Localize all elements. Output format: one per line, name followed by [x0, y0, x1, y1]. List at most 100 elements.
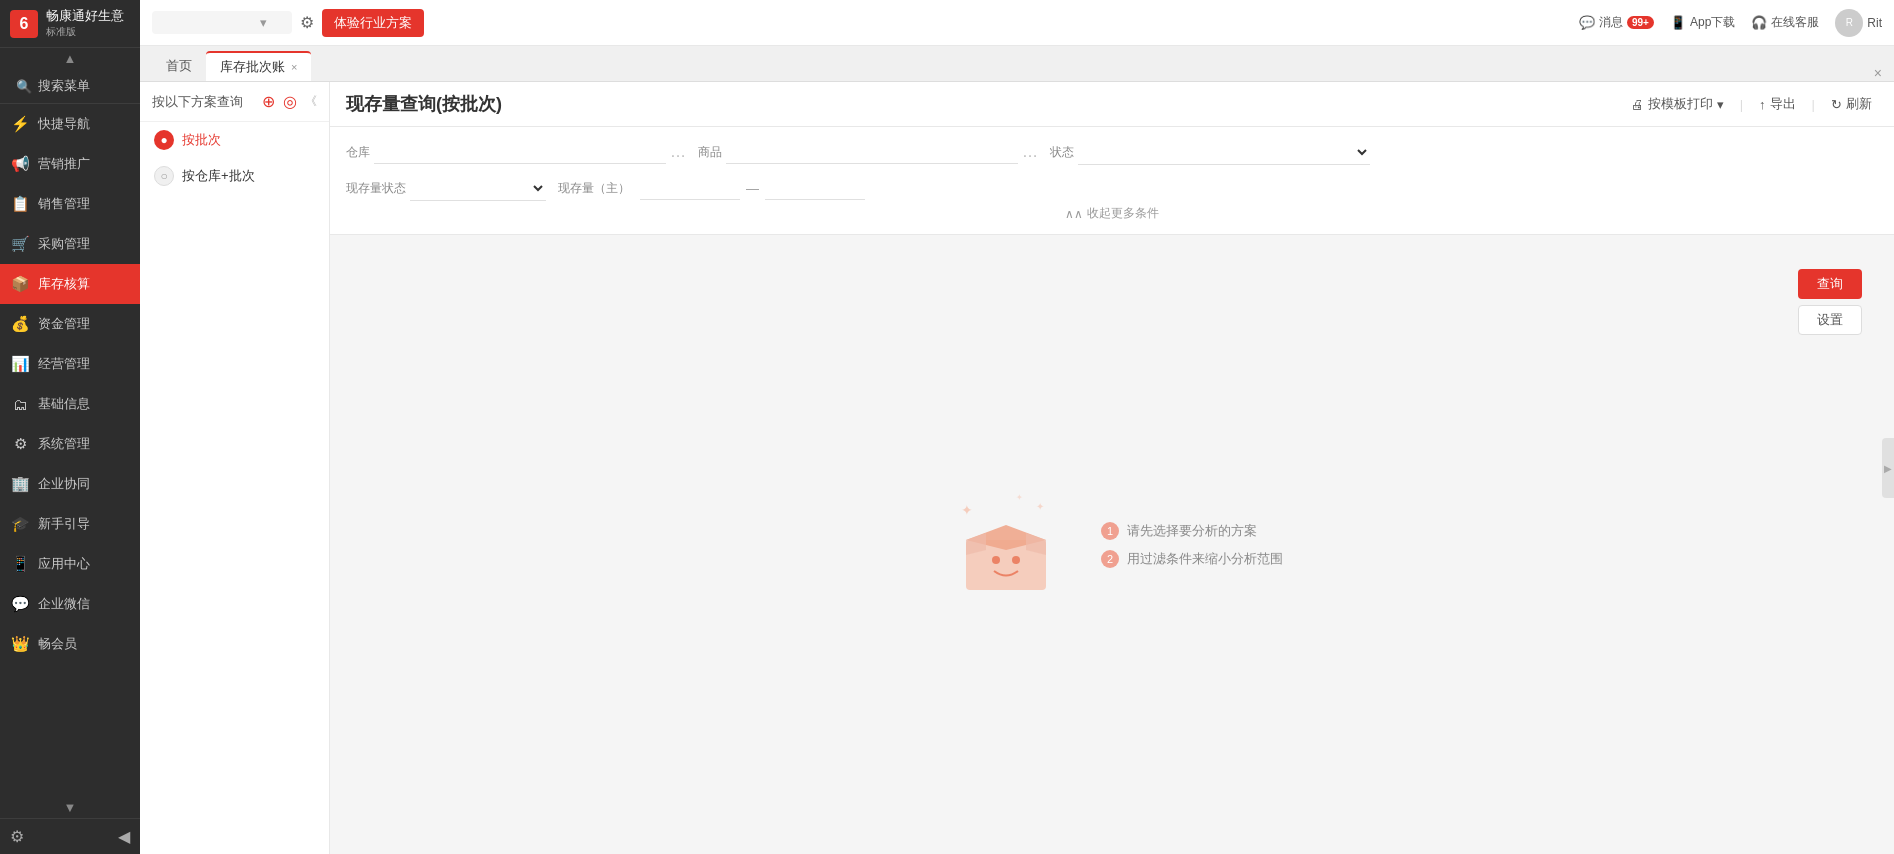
sidebar-item-inventory[interactable]: 📦 库存核算	[0, 264, 140, 304]
sidebar-item-label: 企业微信	[38, 595, 90, 613]
divider-2: |	[1812, 97, 1815, 112]
filter-form-inner: 仓库 … 商品 … 状态	[346, 139, 1878, 222]
topbar-right: 💬 消息 99+ 📱 App下载 🎧 在线客服 R Rit	[1579, 9, 1882, 37]
sidebar-item-label: 销售管理	[38, 195, 90, 213]
sidebar-footer: ⚙ ◀	[0, 818, 140, 854]
search-icon: 🔍	[16, 79, 32, 94]
filter-item-label: 按批次	[182, 131, 221, 149]
empty-step-2-text: 用过滤条件来缩小分析范围	[1127, 550, 1283, 568]
sidebar-item-label: 经营管理	[38, 355, 90, 373]
right-edge-handle[interactable]: ▶	[1882, 438, 1894, 498]
step-1-num: 1	[1101, 522, 1119, 540]
sidebar-item-quick-nav[interactable]: ⚡ 快捷导航	[0, 104, 140, 144]
stock-main-field: 现存量（主） —	[558, 176, 865, 200]
sidebar-search[interactable]: 🔍 搜索菜单	[0, 69, 140, 104]
content-area: 现存量查询(按批次) 🖨 按模板打印 ▾ | ↑ 导出 | ↻	[330, 82, 1894, 854]
collapse-label: 收起更多条件	[1087, 205, 1159, 222]
topbar: ▾ ⚙ 体验行业方案 💬 消息 99+ 📱 App下载 🎧 在线客服 R	[140, 0, 1894, 46]
settings-btn[interactable]: 设置	[1798, 305, 1862, 335]
sidebar-item-sales[interactable]: 📋 销售管理	[0, 184, 140, 224]
filter-row-2: 现存量状态 现存量（主） —	[346, 175, 1878, 201]
search-dropdown-icon[interactable]: ▾	[260, 15, 267, 30]
experience-btn[interactable]: 体验行业方案	[322, 9, 424, 37]
online-support-label: 在线客服	[1771, 14, 1819, 31]
stock-main-max[interactable]	[765, 176, 865, 200]
collapse-row[interactable]: ∧∧ 收起更多条件	[346, 201, 1878, 222]
product-dots[interactable]: …	[1022, 143, 1038, 161]
filter-item-by-batch[interactable]: ● 按批次	[140, 122, 329, 158]
avatar-circle: R	[1835, 9, 1863, 37]
empty-step-2: 2 用过滤条件来缩小分析范围	[1101, 550, 1283, 568]
sidebar-item-newuser[interactable]: 🎓 新手引导	[0, 504, 140, 544]
page-title: 现存量查询(按批次)	[346, 92, 502, 116]
purchase-icon: 🛒	[10, 234, 30, 254]
app-download-btn[interactable]: 📱 App下载	[1670, 14, 1735, 31]
notifications-label: 消息	[1599, 14, 1623, 31]
notifications-btn[interactable]: 💬 消息 99+	[1579, 14, 1654, 31]
topbar-gear-icon[interactable]: ⚙	[300, 13, 314, 32]
sidebar-item-enterprise[interactable]: 🏢 企业协同	[0, 464, 140, 504]
user-avatar[interactable]: R Rit	[1835, 9, 1882, 37]
print-dropdown-icon[interactable]: ▾	[1717, 97, 1724, 112]
collapse-sidebar-icon[interactable]: ◀	[118, 827, 130, 846]
sales-icon: 📋	[10, 194, 30, 214]
online-support-btn[interactable]: 🎧 在线客服	[1751, 14, 1819, 31]
tab-home[interactable]: 首页	[152, 51, 206, 81]
sidebar-item-label: 基础信息	[38, 395, 90, 413]
product-input[interactable]	[726, 140, 1018, 164]
sidebar-scroll-up[interactable]: ▲	[0, 48, 140, 69]
stock-main-min[interactable]	[640, 176, 740, 200]
sidebar-item-member[interactable]: 👑 畅会员	[0, 624, 140, 664]
tab-main-close-icon[interactable]: ×	[1874, 65, 1882, 81]
app-version: 标准版	[46, 25, 124, 39]
query-btn[interactable]: 查询	[1798, 269, 1862, 299]
print-template-btn[interactable]: 🖨 按模板打印 ▾	[1625, 92, 1730, 116]
sidebar-item-finance[interactable]: 💰 资金管理	[0, 304, 140, 344]
warehouse-input[interactable]	[374, 140, 666, 164]
sidebar-scroll-down[interactable]: ▼	[0, 797, 140, 818]
search-input[interactable]	[160, 15, 260, 30]
filter-panel-header: 按以下方案查询 ⊕ ◎ 《	[140, 82, 329, 122]
page-header: 现存量查询(按批次) 🖨 按模板打印 ▾ | ↑ 导出 | ↻	[330, 82, 1894, 127]
tab-inventory-batch[interactable]: 库存批次账 ×	[206, 51, 311, 81]
stock-status-label: 现存量状态	[346, 180, 406, 197]
sidebar-item-system[interactable]: ⚙ 系统管理	[0, 424, 140, 464]
enterprise-icon: 🏢	[10, 474, 30, 494]
tab-home-label: 首页	[166, 57, 192, 75]
tab-close-icon[interactable]: ×	[291, 61, 297, 73]
refresh-btn[interactable]: ↻ 刷新	[1825, 92, 1878, 116]
sidebar-item-appcenter[interactable]: 📱 应用中心	[0, 544, 140, 584]
avatar-initials: R	[1846, 17, 1853, 28]
filter-panel-collapse[interactable]: 《	[305, 93, 317, 110]
search-input-block[interactable]: ▾	[152, 11, 292, 34]
warehouse-field: 仓库 …	[346, 140, 686, 164]
status-label: 状态	[1050, 144, 1074, 161]
svg-text:✦: ✦	[961, 502, 973, 518]
app-logo: 6	[10, 10, 38, 38]
appcenter-icon: 📱	[10, 554, 30, 574]
sidebar-item-label: 畅会员	[38, 635, 77, 653]
filter-settings-btn[interactable]: ◎	[283, 92, 297, 111]
topbar-left: ▾ ⚙ 体验行业方案	[152, 9, 424, 37]
export-btn[interactable]: ↑ 导出	[1753, 92, 1802, 116]
stock-status-select[interactable]	[410, 175, 546, 201]
operation-icon: 📊	[10, 354, 30, 374]
settings-icon[interactable]: ⚙	[10, 827, 24, 846]
system-icon: ⚙	[10, 434, 30, 454]
sidebar-item-purchase[interactable]: 🛒 采购管理	[0, 224, 140, 264]
wechat-icon: 💬	[10, 594, 30, 614]
sidebar-item-operation[interactable]: 📊 经营管理	[0, 344, 140, 384]
sidebar-item-marketing[interactable]: 📢 营销推广	[0, 144, 140, 184]
main-area: ▾ ⚙ 体验行业方案 💬 消息 99+ 📱 App下载 🎧 在线客服 R	[140, 0, 1894, 854]
quick-nav-icon: ⚡	[10, 114, 30, 134]
warehouse-dots[interactable]: …	[670, 143, 686, 161]
tabs-bar: 首页 库存批次账 × ×	[140, 46, 1894, 82]
status-select[interactable]	[1078, 139, 1370, 165]
search-label: 搜索菜单	[38, 77, 90, 95]
sidebar-item-wechat[interactable]: 💬 企业微信	[0, 584, 140, 624]
divider-1: |	[1740, 97, 1743, 112]
add-filter-btn[interactable]: ⊕	[262, 92, 275, 111]
sidebar-item-basic[interactable]: 🗂 基础信息	[0, 384, 140, 424]
svg-text:✦: ✦	[1036, 501, 1044, 512]
filter-item-by-warehouse-batch[interactable]: ○ 按仓库+批次	[140, 158, 329, 194]
